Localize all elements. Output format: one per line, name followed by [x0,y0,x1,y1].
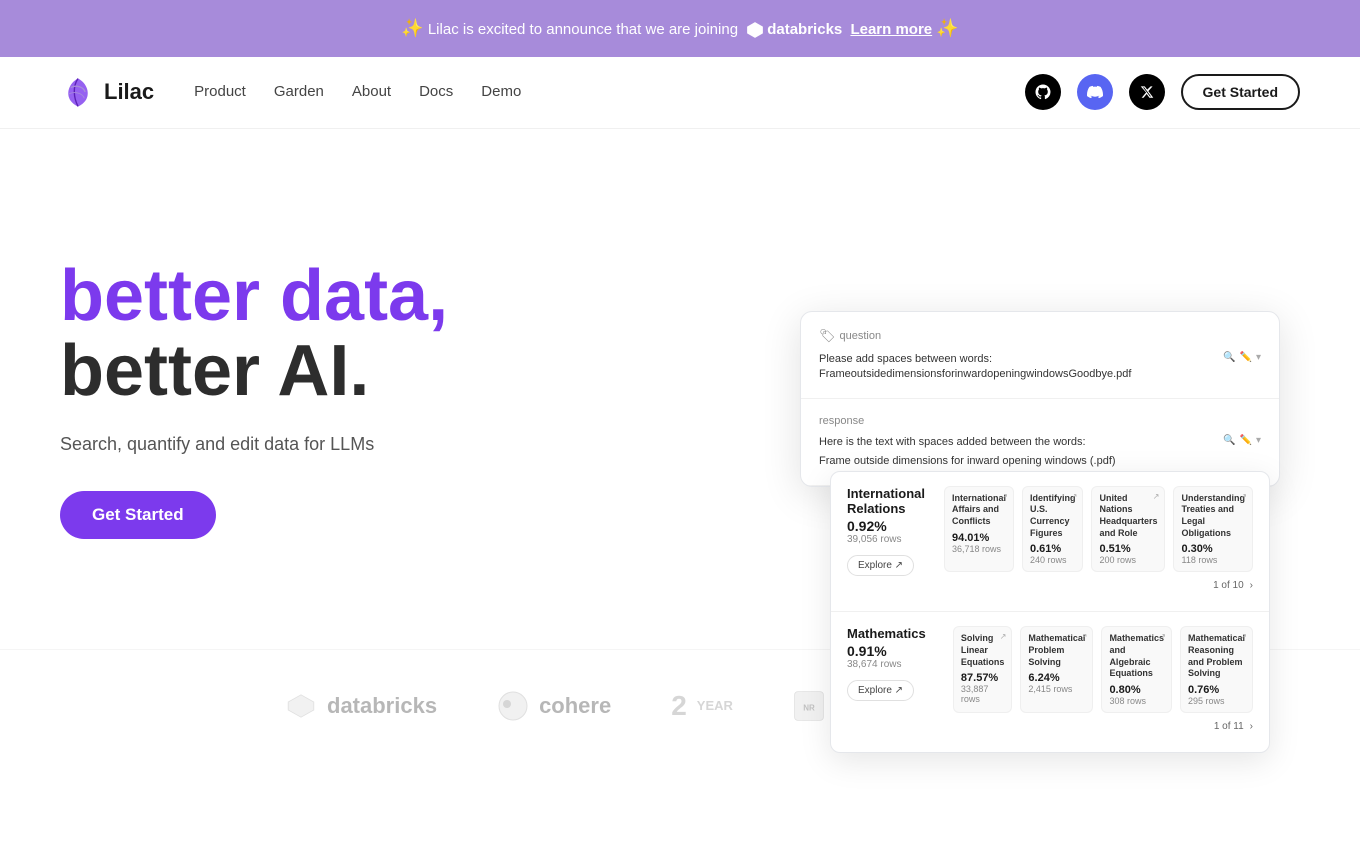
navbar-left: Lilac Product Garden About Docs Demo [60,74,521,110]
arrow-icon: ↗ [1240,492,1247,501]
nav-demo[interactable]: Demo [481,83,521,100]
question-text: Please add spaces between words: Frameou… [819,352,1211,383]
section-international-relations: International Relations 0.92% 39,056 row… [831,472,1269,612]
logo-cohere: cohere [497,690,611,722]
grid-cell-2-2: ↗ Mathematics and Algebraic Equations 0.… [1101,626,1172,713]
twitter-button[interactable] [1129,74,1165,110]
tag-icon: 🏷 [819,328,836,344]
hero-subtitle: Search, quantify and edit data for LLMs [60,434,620,455]
grid-cell-2-3: ↗ Mathematical Reasoning and Problem Sol… [1180,626,1253,713]
data-sections-card: International Relations 0.92% 39,056 row… [790,451,1270,754]
question-label: 🏷 question [819,328,1261,344]
section1-rows: 39,056 rows [847,534,934,545]
hero-section: better data, better AI. Search, quantify… [0,129,1360,649]
hero-preview: 🏷 question Please add spaces between wor… [620,311,1300,488]
nav-links: Product Garden About Docs Demo [194,83,521,101]
preview-wrapper: 🏷 question Please add spaces between wor… [800,311,1300,488]
announcement-banner: ✨ Lilac is excited to announce that we a… [0,0,1360,57]
navbar-right: Get Started [1025,74,1300,110]
grid-cell-1-2: ↗ United Nations Headquarters and Role 0… [1091,486,1165,573]
cohere-logo-icon [497,690,529,722]
hero-title: better data, better AI. [60,259,620,410]
section1-pct: 0.92% [847,518,934,534]
pagination-next-2[interactable]: › [1250,721,1253,732]
section2-title: Mathematics [847,626,943,641]
section2-rows: 38,674 rows [847,659,943,670]
databricks-logo-text: databricks [746,21,846,38]
grid-cell-2-1: ↗ Mathematical Problem Solving 6.24% 2,4… [1020,626,1093,713]
chevron-icon[interactable]: ▾ [1256,352,1261,363]
logo-label: Lilac [104,79,154,105]
discord-icon [1087,84,1103,100]
github-icon [1034,83,1052,101]
pagination-next-1[interactable]: › [1250,580,1253,591]
grid-cell-1-0: ↗ International Affairs and Conflicts 94… [944,486,1014,573]
sparkle-left: ✨ [401,18,423,38]
edit-icon-2[interactable]: ✏️ [1240,435,1252,446]
response-text: Here is the text with spaces added betwe… [819,435,1211,450]
github-button[interactable] [1025,74,1061,110]
explore-btn-1[interactable]: Explore ↗ [847,555,914,576]
nav-about[interactable]: About [352,83,391,100]
arrow-icon: ↗ [1240,632,1247,641]
data-table-preview: International Relations 0.92% 39,056 row… [830,471,1270,754]
grid-cell-2-0: ↗ Solving Linear Equations 87.57% 33,887… [953,626,1013,713]
section2-grid: ↗ Solving Linear Equations 87.57% 33,887… [953,626,1253,713]
section1-title: International Relations [847,486,934,516]
logo-icon [60,74,96,110]
databricks-logo-icon [285,690,317,722]
question-actions: 🔍 ✏️ ▾ [1223,352,1261,363]
response-label: response [819,415,1261,427]
arrow-icon: ↗ [1081,632,1088,641]
search-icon-2[interactable]: 🔍 [1223,435,1235,446]
logo-2year: 2 YEAR [671,690,733,722]
nav-product[interactable]: Product [194,83,246,100]
arrow-icon: ↗ [1153,492,1160,501]
section1-grid: ↗ International Affairs and Conflicts 94… [944,486,1253,573]
hero-text: better data, better AI. Search, quantify… [60,259,620,539]
nav-garden[interactable]: Garden [274,83,324,100]
explore-btn-2[interactable]: Explore ↗ [847,680,914,701]
hero-title-line2: better AI. [60,331,369,411]
hero-title-line1: better data, [60,256,448,336]
year-label: YEAR [697,698,733,713]
navbar: Lilac Product Garden About Docs Demo Get… [0,57,1360,129]
banner-text: Lilac is excited to announce that we are… [428,21,738,38]
arrow-icon: ↗ [1071,492,1078,501]
pagination-2: 1 of 11 › [953,721,1253,732]
navbar-get-started[interactable]: Get Started [1181,74,1300,110]
chevron-icon-2[interactable]: ▾ [1256,435,1261,446]
arrow-icon: ↗ [1159,632,1166,641]
discord-button[interactable] [1077,74,1113,110]
section-mathematics: Mathematics 0.91% 38,674 rows Explore ↗ … [831,611,1269,752]
logo-databricks: databricks [285,690,437,722]
sparkle-right: ✨ [936,18,958,38]
nav-docs[interactable]: Docs [419,83,453,100]
grid-cell-1-3: ↗ Understanding Treaties and Legal Oblig… [1173,486,1253,573]
search-icon[interactable]: 🔍 [1223,352,1235,363]
section2-pct: 0.91% [847,643,943,659]
response-actions: 🔍 ✏️ ▾ [1223,435,1261,446]
question-field: 🏷 question Please add spaces between wor… [801,312,1279,400]
year-badge-text: 2 [671,690,687,722]
grid-cell-1-1: ↗ Identifying U.S. Currency Figures 0.61… [1022,486,1084,573]
arrow-icon: ↗ [1000,632,1007,641]
pagination-1: 1 of 10 › [944,580,1253,591]
logo[interactable]: Lilac [60,74,154,110]
hero-get-started[interactable]: Get Started [60,491,216,539]
learn-more-link[interactable]: Learn more [850,21,932,38]
arrow-icon: ↗ [1001,492,1008,501]
edit-icon[interactable]: ✏️ [1240,352,1252,363]
twitter-icon [1140,85,1154,99]
